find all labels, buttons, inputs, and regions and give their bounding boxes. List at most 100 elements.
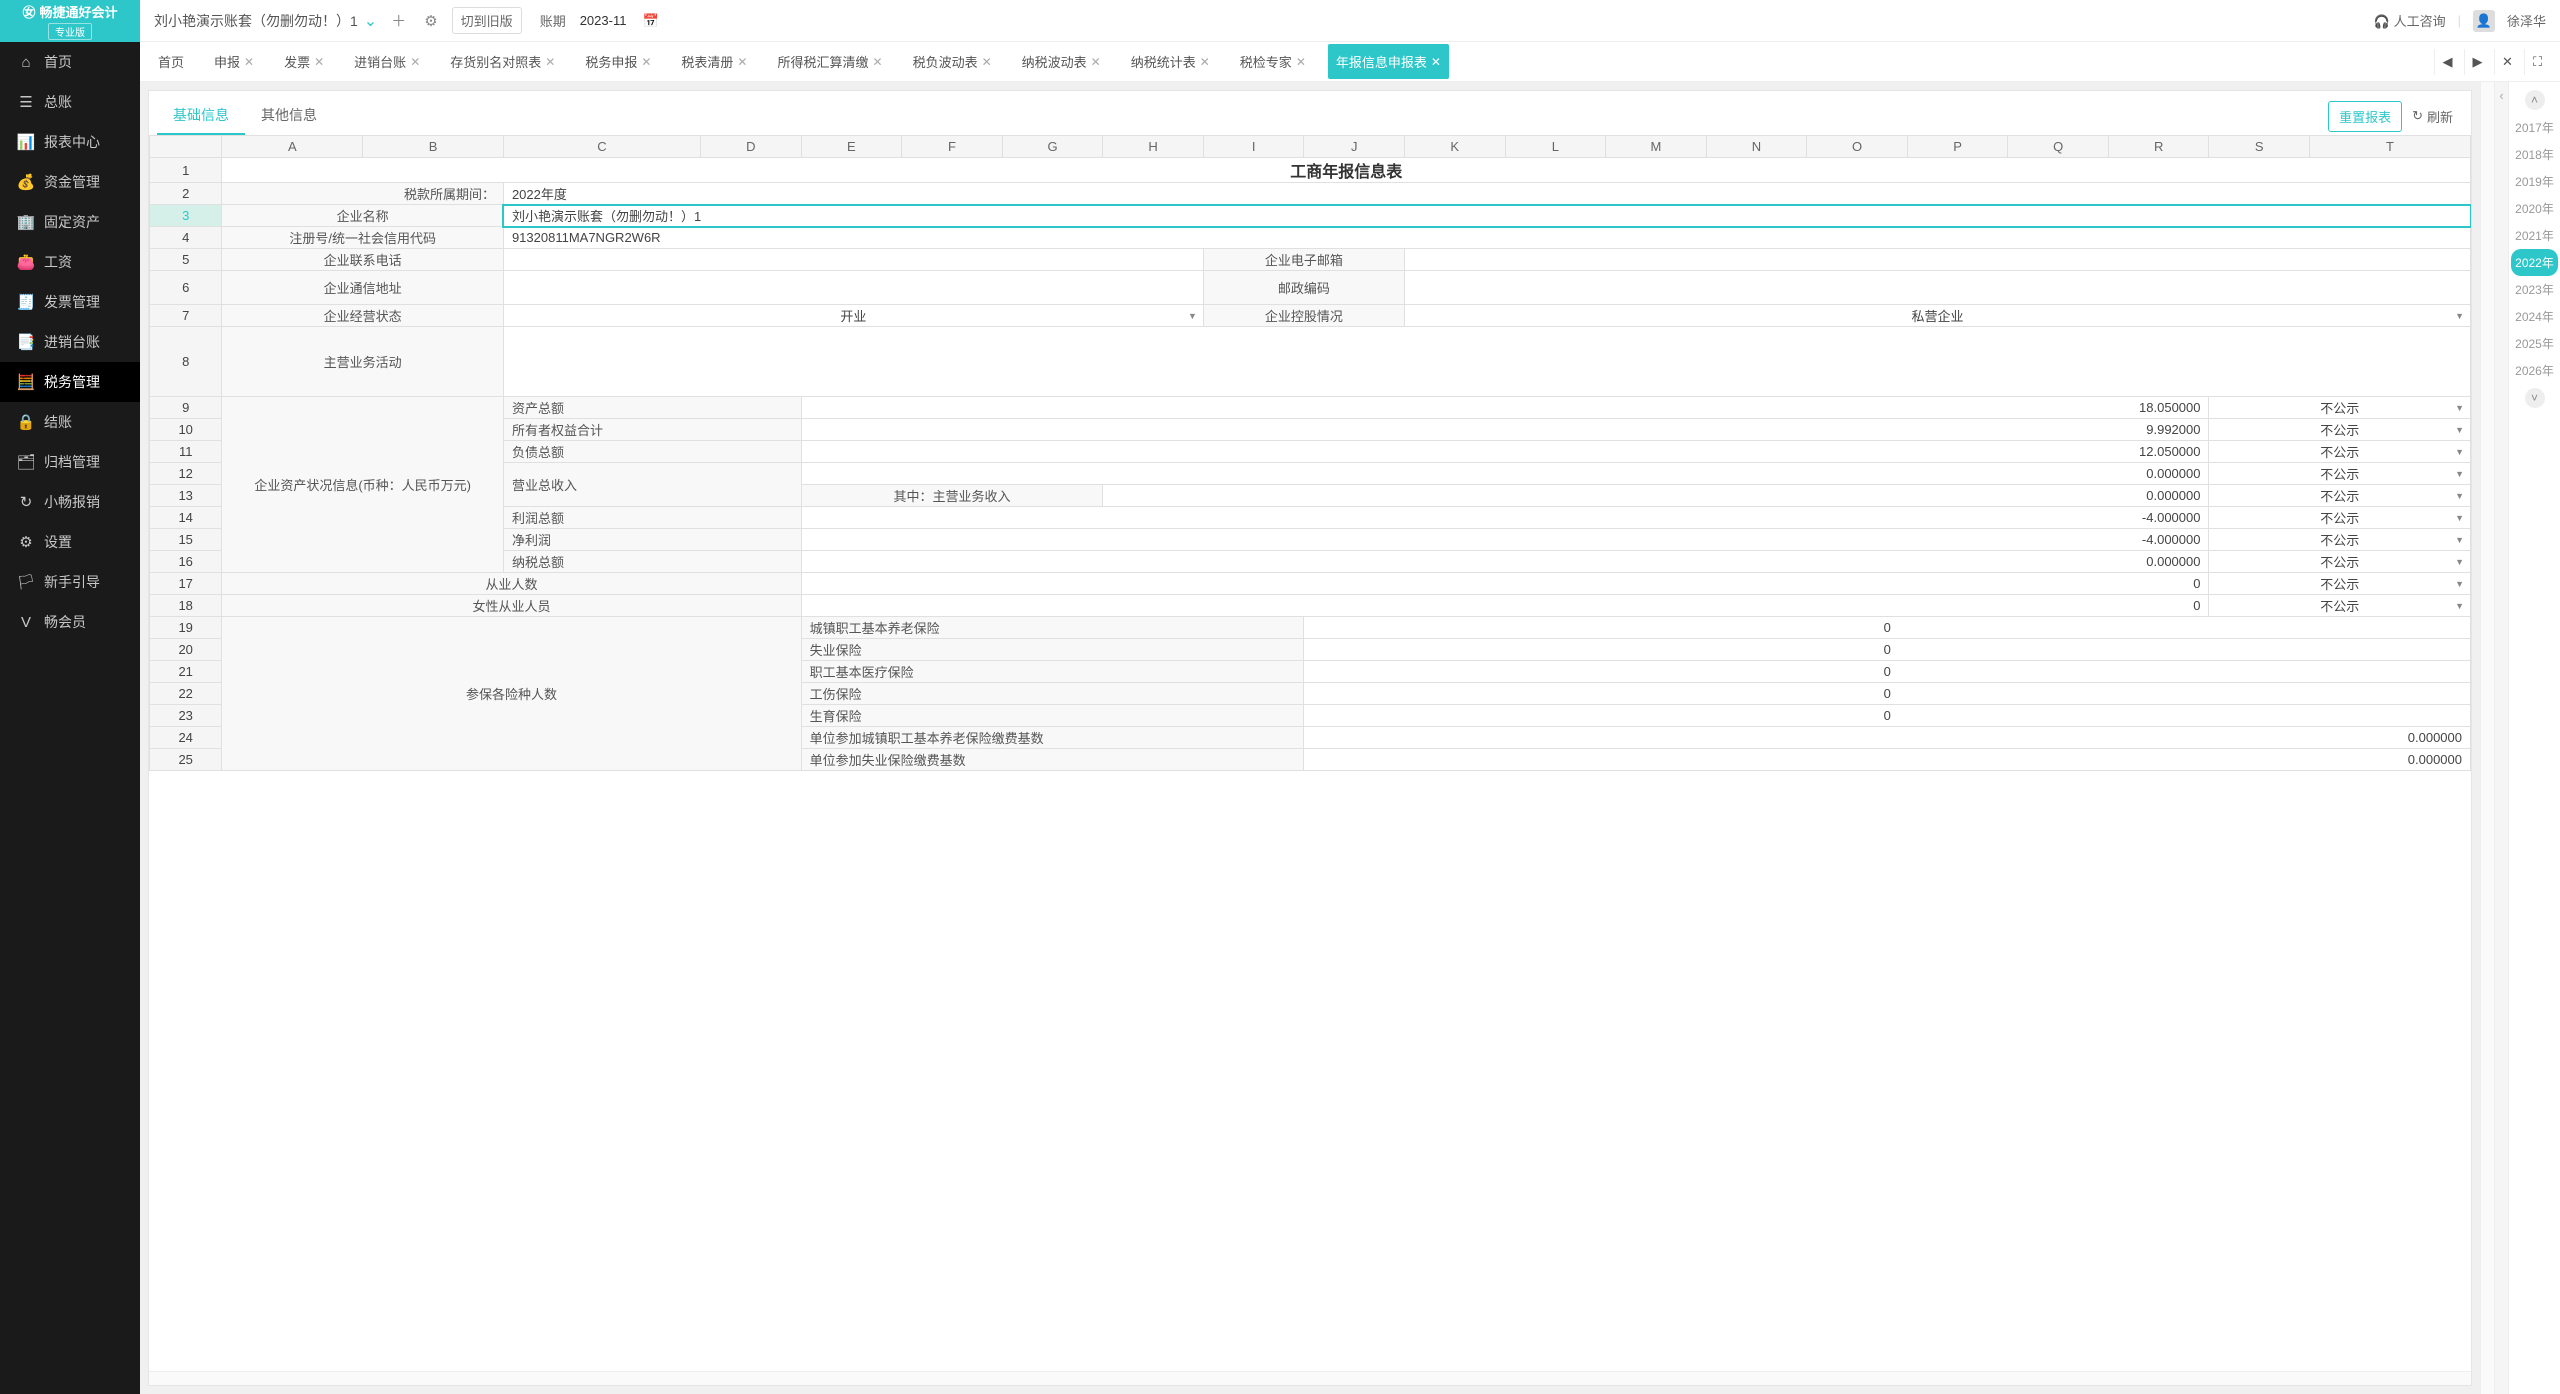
row-header-9[interactable]: 9 [150, 397, 222, 419]
year-2025年[interactable]: 2025年 [2511, 330, 2558, 357]
tab-11[interactable]: 税检专家✕ [1232, 44, 1314, 79]
row18-public[interactable]: 不公示 [2209, 595, 2471, 617]
sidebar-item-4[interactable]: 🏢固定资产 [0, 202, 140, 242]
row-header-11[interactable]: 11 [150, 441, 222, 463]
fullscreen-icon[interactable]: ⛶ [2524, 49, 2550, 75]
row16-value[interactable]: 0.000000 [801, 551, 2209, 573]
year-up-icon[interactable]: ˄ [2525, 90, 2545, 110]
row11-value[interactable]: 12.050000 [801, 441, 2209, 463]
zip-value[interactable] [1404, 271, 2470, 305]
sheet-tab-0[interactable]: 基础信息 [157, 97, 245, 135]
row-header-6[interactable]: 6 [150, 271, 222, 305]
row-header-21[interactable]: 21 [150, 661, 222, 683]
sidebar-item-6[interactable]: 🧾发票管理 [0, 282, 140, 322]
reset-report-button[interactable]: 重置报表 [2328, 101, 2402, 132]
sidebar-item-0[interactable]: ⌂首页 [0, 42, 140, 82]
row15-value[interactable]: -4.000000 [801, 529, 2209, 551]
sidebar-item-12[interactable]: ⚙设置 [0, 522, 140, 562]
row9-value[interactable]: 18.050000 [801, 397, 2209, 419]
row12-value[interactable]: 0.000000 [801, 463, 2209, 485]
vertical-scrollbar[interactable] [2480, 82, 2494, 1394]
account-selector[interactable]: 刘小艳演示账套（勿删勿动！）1 ⌄ [154, 11, 377, 31]
row24-value[interactable]: 0.000000 [1304, 727, 2471, 749]
year-2024年[interactable]: 2024年 [2511, 303, 2558, 330]
sidebar-item-1[interactable]: ☰总账 [0, 82, 140, 122]
col-header-P[interactable]: P [1907, 136, 2008, 158]
row17-value[interactable]: 0 [801, 573, 2209, 595]
reg-no-value[interactable]: 91320811MA7NGR2W6R [503, 227, 2470, 249]
row10-value[interactable]: 9.992000 [801, 419, 2209, 441]
row-header-20[interactable]: 20 [150, 639, 222, 661]
corner-cell[interactable] [150, 136, 222, 158]
col-header-B[interactable]: B [363, 136, 504, 158]
horizontal-scrollbar[interactable] [149, 1371, 2471, 1385]
col-header-L[interactable]: L [1505, 136, 1606, 158]
row-header-25[interactable]: 25 [150, 749, 222, 771]
col-header-J[interactable]: J [1304, 136, 1405, 158]
row11-public[interactable]: 不公示 [2209, 441, 2471, 463]
sidebar-item-2[interactable]: 📊报表中心 [0, 122, 140, 162]
row-header-13[interactable]: 13 [150, 485, 222, 507]
col-header-D[interactable]: D [701, 136, 802, 158]
year-2017年[interactable]: 2017年 [2511, 114, 2558, 141]
row-header-4[interactable]: 4 [150, 227, 222, 249]
row-header-16[interactable]: 16 [150, 551, 222, 573]
sheet-tab-1[interactable]: 其他信息 [245, 97, 333, 135]
sidebar-item-11[interactable]: ↻小畅报销 [0, 482, 140, 522]
row-header-1[interactable]: 1 [150, 158, 222, 183]
tab-2[interactable]: 发票✕ [276, 44, 332, 79]
close-icon[interactable]: ✕ [737, 55, 747, 69]
status-dropdown[interactable]: 开业 [503, 305, 1203, 327]
tab-7[interactable]: 所得税汇算清缴✕ [769, 44, 890, 79]
row-header-14[interactable]: 14 [150, 507, 222, 529]
row-header-22[interactable]: 22 [150, 683, 222, 705]
row19-value[interactable]: 0 [1304, 617, 2471, 639]
col-header-H[interactable]: H [1103, 136, 1204, 158]
close-icon[interactable]: ✕ [1296, 55, 1306, 69]
col-header-C[interactable]: C [503, 136, 700, 158]
row15-public[interactable]: 不公示 [2209, 529, 2471, 551]
close-icon[interactable]: ✕ [244, 55, 254, 69]
col-header-K[interactable]: K [1404, 136, 1505, 158]
row22-value[interactable]: 0 [1304, 683, 2471, 705]
row-header-18[interactable]: 18 [150, 595, 222, 617]
row21-value[interactable]: 0 [1304, 661, 2471, 683]
col-header-R[interactable]: R [2108, 136, 2209, 158]
tab-9[interactable]: 纳税波动表✕ [1014, 44, 1109, 79]
row-header-3[interactable]: 3 [150, 205, 222, 227]
rail-toggle-icon[interactable]: ‹ [2494, 82, 2508, 1394]
user-name[interactable]: 徐泽华 [2507, 11, 2546, 30]
col-header-T[interactable]: T [2310, 136, 2471, 158]
row-header-19[interactable]: 19 [150, 617, 222, 639]
addr-value[interactable] [503, 271, 1203, 305]
row9-public[interactable]: 不公示 [2209, 397, 2471, 419]
col-header-A[interactable]: A [222, 136, 363, 158]
close-icon[interactable]: ✕ [873, 55, 883, 69]
close-icon[interactable]: ✕ [410, 55, 420, 69]
biz-activity-value[interactable] [503, 327, 2470, 397]
tab-1[interactable]: 申报✕ [206, 44, 262, 79]
row-header-12[interactable]: 12 [150, 463, 222, 485]
year-2018年[interactable]: 2018年 [2511, 141, 2558, 168]
close-icon[interactable]: ✕ [641, 55, 651, 69]
tab-0[interactable]: 首页 [150, 44, 192, 79]
row16-public[interactable]: 不公示 [2209, 551, 2471, 573]
avatar[interactable]: 👤 [2473, 10, 2495, 32]
consult-link[interactable]: 🎧 人工咨询 [2374, 11, 2446, 30]
col-header-N[interactable]: N [1706, 136, 1807, 158]
gear-icon[interactable]: ⚙ [420, 12, 441, 30]
row25-value[interactable]: 0.000000 [1304, 749, 2471, 771]
company-name-value[interactable]: 刘小艳演示账套（勿删勿动！）1 [503, 205, 2470, 227]
tab-6[interactable]: 税表清册✕ [673, 44, 755, 79]
row20-value[interactable]: 0 [1304, 639, 2471, 661]
row-header-24[interactable]: 24 [150, 727, 222, 749]
year-2020年[interactable]: 2020年 [2511, 195, 2558, 222]
email-value[interactable] [1404, 249, 2470, 271]
row-header-2[interactable]: 2 [150, 183, 222, 205]
close-icon[interactable]: ✕ [1200, 55, 1210, 69]
row-header-15[interactable]: 15 [150, 529, 222, 551]
tab-next-icon[interactable]: ▶ [2464, 49, 2490, 75]
tab-8[interactable]: 税负波动表✕ [905, 44, 1000, 79]
col-header-Q[interactable]: Q [2008, 136, 2109, 158]
tab-10[interactable]: 纳税统计表✕ [1123, 44, 1218, 79]
